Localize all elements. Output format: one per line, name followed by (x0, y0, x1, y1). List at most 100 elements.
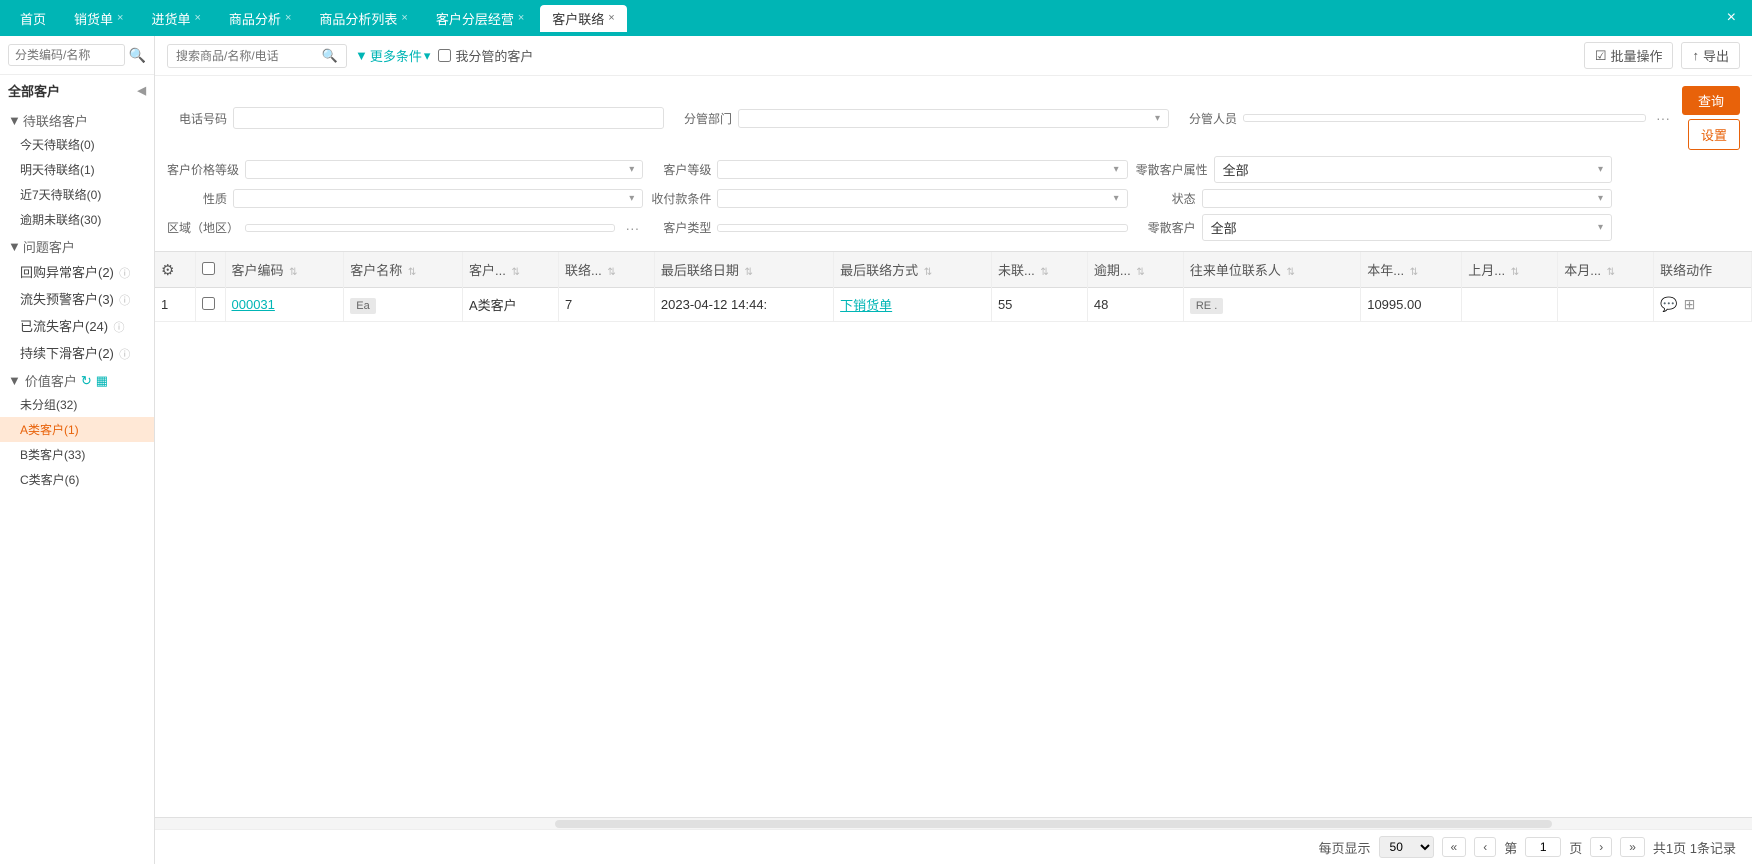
sort-icon-year[interactable]: ⇅ (1410, 267, 1418, 278)
sidebar-item-today[interactable]: 今天待联络(0) (0, 132, 154, 157)
adv-filter-row-4: 区域（地区） ··· 客户类型 零散客户 全部 ▾ (167, 214, 1740, 241)
select-all-checkbox[interactable] (202, 262, 215, 275)
customer-level-select[interactable]: ▾ (717, 160, 1127, 179)
customer-type-select[interactable] (717, 224, 1127, 232)
region-field: 区域（地区） ··· (167, 219, 643, 236)
page-number-input[interactable] (1525, 837, 1561, 857)
region-select[interactable] (245, 224, 615, 232)
sidebar-item-repurchase[interactable]: 回购异常客户(2) ⓘ (0, 258, 154, 285)
nav-tab-sales-close[interactable]: × (117, 12, 123, 24)
prev-page-button[interactable]: ‹ (1474, 837, 1496, 857)
settings-icon[interactable]: ▦ (96, 373, 108, 389)
nav-tab-purchase-close[interactable]: × (194, 12, 200, 24)
phone-input[interactable] (233, 107, 664, 129)
first-page-button[interactable]: « (1442, 837, 1467, 857)
batch-icon: ☑ (1595, 48, 1607, 64)
info-icon: ⓘ (119, 268, 130, 280)
row-method-link[interactable]: 下销货单 (840, 298, 892, 313)
sidebar-all-customers[interactable]: 全部客户 ◀ (0, 75, 154, 106)
settings-button[interactable]: 设置 (1688, 119, 1740, 150)
last-page-button[interactable]: » (1620, 837, 1645, 857)
filter-search-input[interactable] (176, 49, 318, 63)
table-settings-icon[interactable]: ⚙ (161, 262, 174, 279)
my-customers-checkbox[interactable] (438, 49, 451, 62)
sort-icon-last-month[interactable]: ⇅ (1511, 267, 1519, 278)
sidebar-item-b-class[interactable]: B类客户(33) (0, 442, 154, 467)
row-select-checkbox[interactable] (202, 297, 215, 310)
qr-icon[interactable]: ⊞ (1684, 296, 1696, 313)
sidebar-search-icon[interactable]: 🔍 (129, 47, 146, 64)
sidebar-item-declining[interactable]: 持续下滑客户(2) ⓘ (0, 339, 154, 366)
sort-icon-last-method[interactable]: ⇅ (924, 267, 932, 278)
batch-ops-button[interactable]: ☑ 批量操作 (1584, 42, 1674, 69)
more-filters-button[interactable]: ▼ 更多条件 ▾ (355, 46, 430, 65)
nav-tab-customer-layer[interactable]: 客户分层经营 × (424, 5, 536, 32)
zero-customer-label: 零散客户 (1136, 219, 1196, 236)
sort-icon-name[interactable]: ⇅ (408, 267, 416, 278)
nature-select[interactable]: ▾ (233, 189, 643, 208)
sort-icon-contact[interactable]: ⇅ (607, 267, 615, 278)
nav-tab-analysis-list[interactable]: 商品分析列表 × (307, 5, 419, 32)
sort-icon-this-month[interactable]: ⇅ (1607, 267, 1615, 278)
col-name: 客户名称 ⇅ (344, 252, 463, 288)
sidebar-item-7days[interactable]: 近7天待联络(0) (0, 182, 154, 207)
sidebar-item-overdue[interactable]: 逾期未联络(30) (0, 207, 154, 232)
col-overdue: 逾期... ⇅ (1087, 252, 1183, 288)
dept-select[interactable]: ▾ (738, 109, 1169, 128)
row-this-month (1558, 288, 1654, 322)
sort-icon-contact-person[interactable]: ⇅ (1287, 267, 1295, 278)
sidebar-search-input[interactable] (8, 44, 125, 66)
zero-customer-select[interactable]: 全部 ▾ (1202, 214, 1612, 241)
sort-icon-uncontacted[interactable]: ⇅ (1040, 267, 1048, 278)
next-page-button[interactable]: › (1590, 837, 1612, 857)
manager-dots[interactable]: ··· (1652, 110, 1674, 126)
sidebar-item-lost[interactable]: 已流失客户(24) ⓘ (0, 312, 154, 339)
nav-tab-purchase[interactable]: 进货单 × (139, 5, 212, 32)
sort-icon-code[interactable]: ⇅ (289, 267, 297, 278)
status-select[interactable]: ▾ (1202, 189, 1612, 208)
per-page-select[interactable]: 50 100 200 (1379, 836, 1434, 858)
row-code-link[interactable]: 000031 (232, 297, 275, 312)
payment-select[interactable]: ▾ (717, 189, 1127, 208)
row-actions: 💬 ⊞ (1654, 288, 1752, 322)
refresh-icon[interactable]: ↻ (81, 373, 92, 389)
sidebar-item-c-class[interactable]: C类客户(6) (0, 467, 154, 492)
nature-chevron: ▾ (629, 193, 634, 204)
sort-icon-overdue[interactable]: ⇅ (1136, 267, 1144, 278)
sort-icon-type[interactable]: ⇅ (511, 267, 519, 278)
sidebar-item-unclassified[interactable]: 未分组(32) (0, 392, 154, 417)
customer-level-label: 客户等级 (651, 161, 711, 178)
phone-label: 电话号码 (167, 110, 227, 127)
nav-tab-analysis-list-close[interactable]: × (401, 12, 407, 24)
nav-tab-analysis[interactable]: 商品分析 × (217, 5, 303, 32)
nav-tab-analysis-close[interactable]: × (285, 12, 291, 24)
horizontal-scrollbar[interactable] (155, 817, 1752, 829)
sidebar-item-loss-warning[interactable]: 流失预警客户(3) ⓘ (0, 285, 154, 312)
nav-home[interactable]: 首页 (8, 5, 58, 32)
sidebar-item-a-class[interactable]: A类客户(1) (0, 417, 154, 442)
export-button[interactable]: ↑ 导出 (1681, 42, 1740, 69)
table-row: 1 000031 Ea A类客户 7 2023-04-12 14:44: (155, 288, 1752, 322)
query-button[interactable]: 查询 (1682, 86, 1740, 115)
manager-select[interactable] (1243, 114, 1646, 122)
nav-tab-customer-contact-close[interactable]: × (608, 12, 614, 24)
nav-tab-customer-contact[interactable]: 客户联络 × (540, 5, 626, 32)
info-icon-2: ⓘ (119, 295, 130, 307)
price-level-select[interactable]: ▾ (245, 160, 643, 179)
customer-level-chevron: ▾ (1114, 164, 1119, 175)
sidebar-collapse-icon: ◀ (138, 84, 146, 97)
filter-search-icon[interactable]: 🔍 (322, 48, 338, 64)
nav-tab-customer-layer-close[interactable]: × (518, 12, 524, 24)
nav-tab-sales[interactable]: 销货单 × (62, 5, 135, 32)
region-dots[interactable]: ··· (621, 220, 643, 236)
main-layout: 🔍 全部客户 ◀ ▼ 待联络客户 今天待联络(0) 明天待联络(1) 近7天待联… (0, 36, 1752, 864)
window-close-button[interactable]: × (1719, 9, 1744, 27)
zero-attr-field: 零散客户属性 全部 ▾ (1136, 156, 1612, 183)
chat-icon[interactable]: 💬 (1660, 296, 1677, 313)
zero-attr-select[interactable]: 全部 ▾ (1214, 156, 1612, 183)
name-badge: Ea (350, 298, 375, 314)
sort-icon-last-date[interactable]: ⇅ (745, 267, 753, 278)
adv-filter-panel: 电话号码 分管部门 ▾ 分管人员 ··· (155, 76, 1752, 252)
status-chevron: ▾ (1598, 193, 1603, 204)
sidebar-item-tomorrow[interactable]: 明天待联络(1) (0, 157, 154, 182)
